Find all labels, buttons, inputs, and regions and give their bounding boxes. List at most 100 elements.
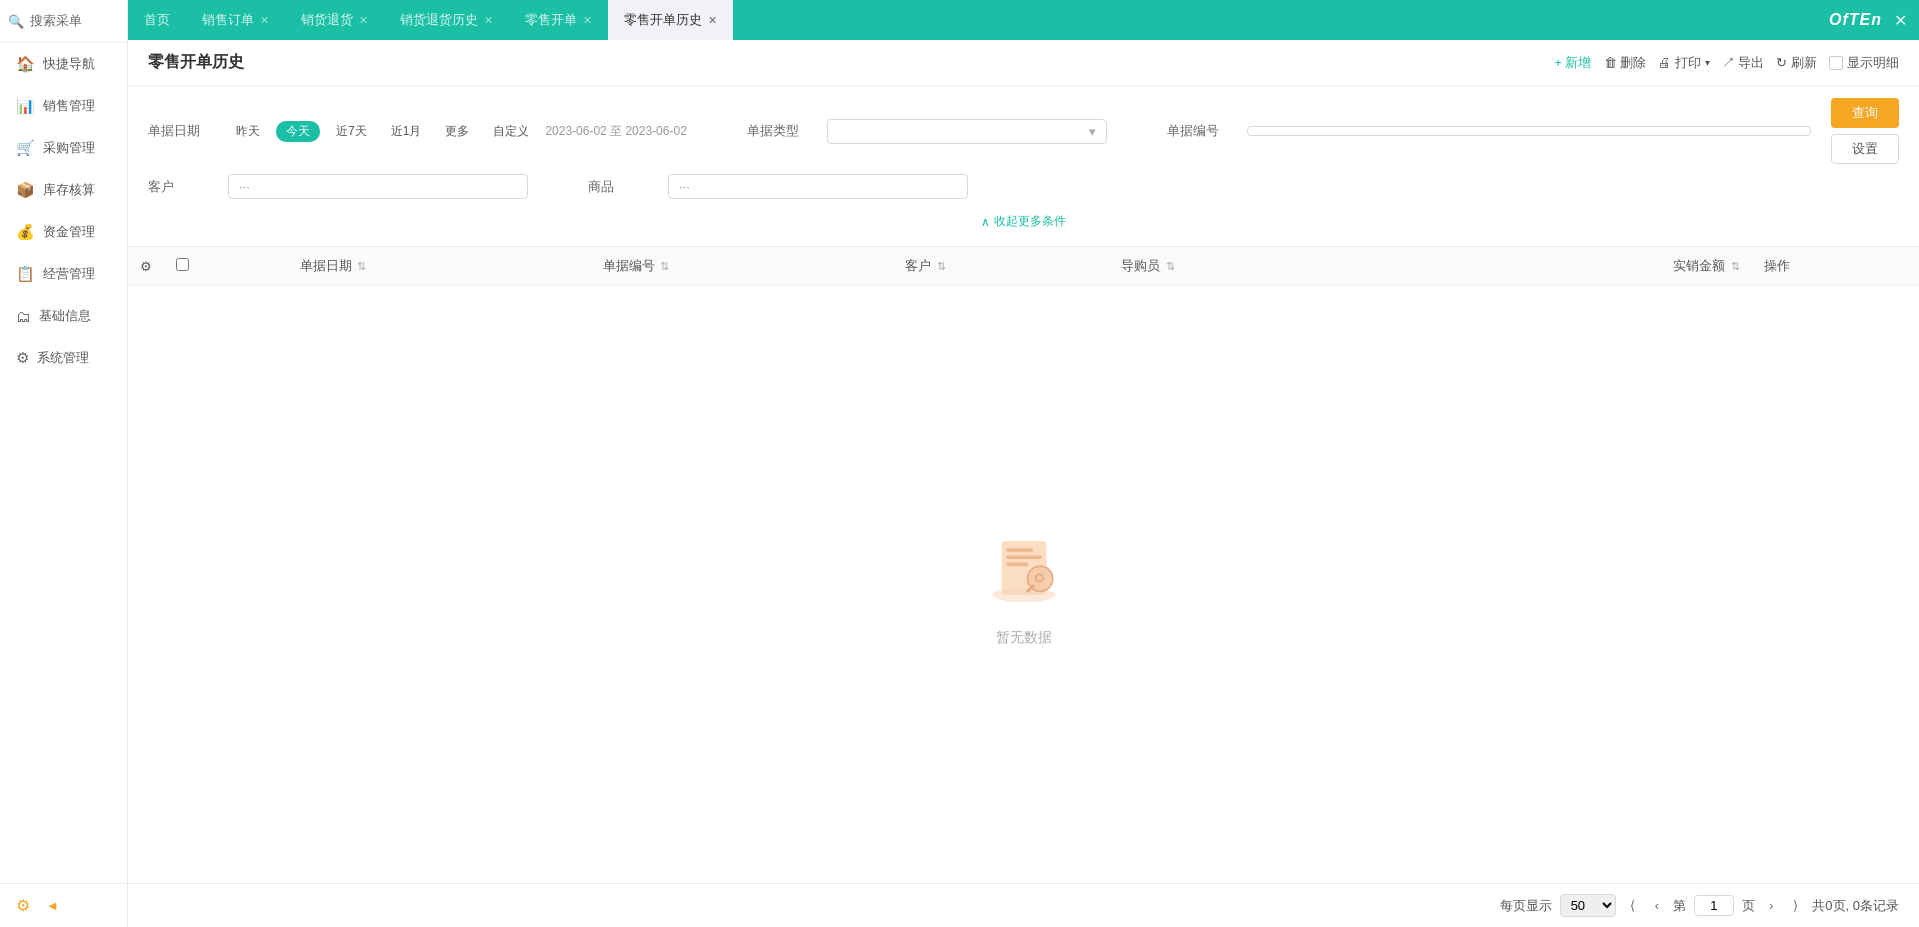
search-menu[interactable]: 🔍 搜索采单	[0, 0, 127, 43]
number-filter-input[interactable]	[1247, 126, 1811, 136]
total-label: 共0页, 0条记录	[1812, 897, 1899, 915]
prev-page-btn[interactable]: ‹	[1649, 896, 1665, 915]
query-button[interactable]: 查询	[1831, 98, 1899, 128]
tab-sales-order[interactable]: 销售订单 ✕	[186, 0, 285, 40]
display-detail-label: 显示明细	[1847, 54, 1899, 72]
collapse-filter-btn[interactable]: ∧ 收起更多条件	[148, 209, 1899, 234]
goods-filter-input[interactable]: ···	[668, 174, 968, 199]
operations-icon: 📋	[16, 265, 35, 283]
sidebar-item-basic-info[interactable]: 🗂基础信息	[0, 295, 127, 337]
pagination: 每页显示 50 100 ⟨ ‹ 第 页 › ⟩ 共0页, 0条记录	[128, 883, 1919, 927]
tab-close-sales-order[interactable]: ✕	[260, 14, 269, 27]
operations-label: 经营管理	[43, 265, 95, 283]
actions-col-label: 操作	[1764, 258, 1790, 273]
table-header-amount[interactable]: 实销金额 ⇅	[1449, 247, 1752, 286]
customer-col-label: 客户	[905, 258, 931, 273]
type-filter-select[interactable]: ▾	[827, 119, 1107, 144]
delete-button[interactable]: 🗑 删除	[1604, 54, 1647, 72]
settings-bottom-icon[interactable]: ⚙	[16, 896, 30, 915]
table-header-actions: 操作	[1752, 247, 1919, 286]
table-header-settings[interactable]: ⚙	[128, 247, 164, 286]
table-header-date[interactable]: 单据日期 ⇅	[288, 247, 591, 286]
per-page-select[interactable]: 50 100	[1560, 894, 1616, 917]
page-label: 第	[1673, 897, 1686, 915]
date-sort-icon: ⇅	[357, 260, 366, 272]
guide-sort-icon: ⇅	[1166, 260, 1175, 272]
empty-state-icon	[979, 523, 1069, 613]
tab-label-retail-open-history: 零售开单历史	[624, 11, 702, 29]
sidebar-item-purchase-mgmt[interactable]: 🛒采购管理	[0, 127, 127, 169]
date-filter-label: 单据日期	[148, 122, 208, 140]
date-btn-more[interactable]: 更多	[437, 121, 477, 142]
tab-retail-open[interactable]: 零售开单✕	[509, 0, 608, 40]
refresh-button[interactable]: ↻ 刷新	[1776, 54, 1817, 72]
system-icon: ⚙	[16, 349, 29, 367]
sidebar-item-quick-nav[interactable]: 🏠快捷导航	[0, 43, 127, 85]
tab-label-sales-return-history: 销货退货历史	[400, 11, 478, 29]
setting-button[interactable]: 设置	[1831, 134, 1899, 164]
search-menu-label: 搜索采单	[30, 12, 82, 30]
basic-info-label: 基础信息	[39, 307, 91, 325]
print-button[interactable]: 🖨 打印 ▾	[1658, 54, 1710, 72]
date-btn-7days[interactable]: 近7天	[328, 121, 375, 142]
goods-filter-label: 商品	[588, 178, 648, 196]
new-button[interactable]: + 新增	[1554, 54, 1591, 72]
sidebar-item-system[interactable]: ⚙系统管理	[0, 337, 127, 379]
type-filter-dropdown-icon: ▾	[1089, 124, 1096, 139]
svg-rect-2	[1006, 548, 1033, 552]
sidebar-bottom: ⚙ ◄	[0, 883, 127, 927]
table-header-number[interactable]: 单据编号 ⇅	[591, 247, 894, 286]
guide-col-label: 导购员	[1121, 258, 1160, 273]
first-page-btn[interactable]: ⟨	[1624, 896, 1641, 915]
sidebar-item-sales-mgmt[interactable]: 📊 销售管理	[0, 85, 127, 127]
sidebar-item-inventory[interactable]: 📦 库存核算	[0, 169, 127, 211]
collapse-label: 收起更多条件	[994, 213, 1066, 230]
tab-home[interactable]: 首页	[128, 0, 186, 40]
sidebar-item-operations[interactable]: 📋 经营管理	[0, 253, 127, 295]
amount-col-label: 实销金额	[1673, 258, 1725, 273]
number-sort-icon: ⇅	[660, 260, 669, 272]
inventory-icon: 📦	[16, 181, 35, 199]
page-input[interactable]	[1694, 895, 1734, 916]
date-btn-today[interactable]: 今天	[276, 121, 320, 142]
collapse-arrow-icon: ∧	[981, 215, 990, 229]
tab-retail-open-history[interactable]: 零售开单历史 ✕	[608, 0, 733, 40]
date-col-label: 单据日期	[300, 258, 352, 273]
sales-mgmt-label: 销售管理	[43, 97, 95, 115]
brand-logo: OfTEn	[1829, 11, 1882, 29]
sales-mgmt-icon: 📊	[16, 97, 35, 115]
tab-close-sales-return[interactable]: ✕	[359, 14, 368, 27]
collapse-sidebar-icon[interactable]: ◄	[46, 898, 59, 913]
data-table: ⚙ 单据日期 ⇅ 单据编号 ⇅ 客户 ⇅	[128, 247, 1919, 286]
finance-icon: 💰	[16, 223, 35, 241]
table-settings-icon[interactable]: ⚙	[140, 259, 152, 274]
date-btn-custom[interactable]: 自定义	[485, 121, 537, 142]
date-btn-1month[interactable]: 近1月	[383, 121, 430, 142]
tab-bar: 首页销售订单✕销货退货✕销货退货历史✕零售开单✕零售开单历史✕ OfTEn ✕	[128, 0, 1919, 40]
table-header-guide[interactable]: 导购员 ⇅	[1109, 247, 1368, 286]
tab-sales-return[interactable]: 销货退货✕	[285, 0, 384, 40]
display-detail-checkbox[interactable]: 显示明细	[1829, 54, 1899, 72]
goods-filter-dots: ···	[679, 179, 690, 194]
close-window-icon[interactable]: ✕	[1894, 11, 1907, 30]
new-label: + 新增	[1554, 54, 1591, 72]
last-page-btn[interactable]: ⟩	[1787, 896, 1804, 915]
tab-close-sales-return-history[interactable]: ✕	[484, 14, 493, 27]
tab-close-retail-open[interactable]: ✕	[583, 14, 592, 27]
customer-filter-dots: ···	[239, 179, 250, 194]
tab-close-retail-open-history[interactable]: ✕	[708, 14, 717, 27]
tab-sales-return-history[interactable]: 销货退货历史 ✕	[384, 0, 509, 40]
tab-label-sales-order: 销售订单	[202, 11, 254, 29]
date-btn-yesterday[interactable]: 昨天	[228, 121, 268, 142]
export-button[interactable]: ↗ 导出	[1722, 54, 1765, 72]
table-header-customer[interactable]: 客户 ⇅	[893, 247, 1109, 286]
next-page-btn[interactable]: ›	[1763, 896, 1779, 915]
sidebar-item-finance[interactable]: 💰资金管理	[0, 211, 127, 253]
header-actions: + 新增 🗑 删除 🖨 打印 ▾ ↗ 导出 ↻ 刷新 显示明细	[1554, 54, 1899, 72]
select-all-checkbox[interactable]	[176, 258, 189, 271]
print-dropdown-icon: ▾	[1705, 57, 1710, 68]
page-header: 零售开单历史 + 新增 🗑 删除 🖨 打印 ▾ ↗ 导出 ↻ 刷新 显示明细	[128, 40, 1919, 86]
inventory-label: 库存核算	[43, 181, 95, 199]
table-header-checkbox[interactable]	[164, 247, 288, 286]
customer-filter-input[interactable]: ···	[228, 174, 528, 199]
